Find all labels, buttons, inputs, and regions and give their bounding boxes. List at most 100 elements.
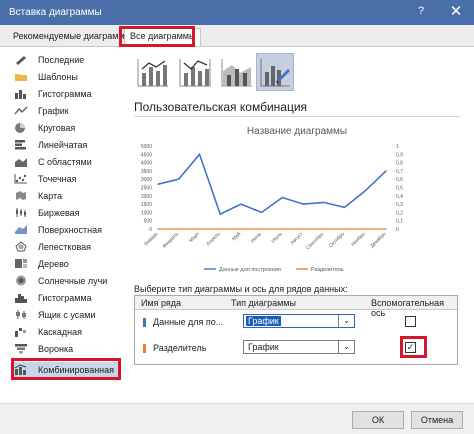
sidebar-item-surface[interactable]: Поверхностная bbox=[14, 222, 120, 237]
series-grid-header: Имя ряда Тип диаграммы Вспомогательная о… bbox=[135, 296, 457, 318]
data-point bbox=[385, 228, 387, 230]
y-tick-label: 2000 bbox=[141, 194, 152, 200]
header-chart-type: Тип диаграммы bbox=[231, 298, 296, 308]
x-tick-label: Март bbox=[188, 231, 201, 244]
sidebar-item-area[interactable]: С областями bbox=[14, 154, 120, 169]
line-chart-icon bbox=[14, 105, 28, 116]
data-point bbox=[323, 201, 325, 204]
sidebar-item-waterfall[interactable]: Каскадная bbox=[14, 324, 120, 339]
y-tick-label: 4000 bbox=[141, 161, 152, 167]
title-bar: Вставка диаграммы ? ✕ bbox=[0, 0, 474, 25]
data-point bbox=[198, 153, 201, 155]
x-tick-label: Апрель bbox=[205, 231, 222, 248]
sidebar-item-label: Ящик с усами bbox=[38, 309, 96, 320]
data-point bbox=[343, 206, 346, 209]
data-point bbox=[219, 213, 221, 215]
sidebar-item-label: Поверхностная bbox=[38, 224, 103, 235]
tab-recommended[interactable]: Рекомендуемые диаграммы bbox=[13, 31, 131, 41]
cancel-button[interactable]: Отмена bbox=[411, 411, 463, 429]
y-tick-label: 500 bbox=[144, 219, 153, 225]
legend-label-2: Разделитель bbox=[311, 267, 344, 273]
sidebar-item-bar[interactable]: Линейчатая bbox=[14, 137, 120, 152]
ok-button[interactable]: ОК bbox=[352, 411, 404, 429]
subtype-combo-column-line[interactable] bbox=[134, 53, 172, 91]
y-tick-label: 1000 bbox=[141, 210, 152, 216]
chart-type-select[interactable]: График ⌄ bbox=[243, 314, 355, 328]
sidebar-item-column[interactable]: Гистограмма bbox=[14, 86, 120, 101]
chart-type-select[interactable]: График ⌄ bbox=[243, 340, 355, 354]
sidebar-item-treemap[interactable]: Дерево bbox=[14, 256, 120, 271]
legend-label-1: Данные для построения bbox=[219, 267, 281, 273]
y-tick-label: 0 bbox=[149, 227, 152, 233]
y2-tick-label: 0,1 bbox=[396, 219, 403, 225]
sidebar-item-label: Воронка bbox=[38, 343, 74, 354]
data-point bbox=[302, 228, 304, 230]
sidebar-item-label: Последние bbox=[38, 54, 85, 65]
chart-canvas: 5000450040003500300025002000150010005000… bbox=[141, 144, 403, 273]
data-point bbox=[281, 228, 283, 230]
pie-chart-icon bbox=[14, 122, 28, 133]
sidebar-item-pie[interactable]: Круговая bbox=[14, 120, 120, 135]
x-tick-label: Июль bbox=[271, 231, 285, 245]
chevron-down-icon[interactable]: ⌄ bbox=[338, 315, 354, 327]
help-button[interactable]: ? bbox=[418, 5, 424, 17]
sidebar-item-label: Дерево bbox=[38, 258, 69, 269]
subtype-combo-column-line-secondary[interactable] bbox=[176, 53, 214, 91]
map-chart-icon bbox=[14, 190, 28, 201]
window-title: Вставка диаграммы bbox=[9, 7, 102, 18]
recent-icon bbox=[14, 54, 28, 65]
data-point bbox=[157, 228, 159, 230]
chart-type-value: График bbox=[248, 342, 279, 352]
chart-type-sidebar: Последние Шаблоны Гистограмма График Кру… bbox=[14, 52, 124, 382]
sidebar-item-label: Круговая bbox=[38, 122, 76, 133]
x-tick-label: Май bbox=[230, 230, 242, 242]
y2-tick-label: 0,5 bbox=[396, 186, 403, 192]
subtype-custom-combination[interactable] bbox=[256, 53, 294, 91]
funnel-chart-icon bbox=[14, 343, 28, 354]
sidebar-item-scatter[interactable]: Точечная bbox=[14, 171, 120, 186]
data-point bbox=[385, 170, 387, 172]
sidebar-item-line[interactable]: График bbox=[14, 103, 120, 118]
area-chart-icon bbox=[14, 156, 28, 167]
data-point bbox=[261, 228, 263, 230]
data-point bbox=[343, 228, 346, 230]
y-tick-label: 3000 bbox=[141, 177, 152, 183]
y-tick-label: 2500 bbox=[141, 186, 152, 192]
histogram-chart-icon bbox=[14, 292, 28, 303]
sidebar-item-funnel[interactable]: Воронка bbox=[14, 341, 120, 356]
folder-icon bbox=[14, 71, 28, 82]
x-tick-label: Январь bbox=[143, 231, 160, 248]
sidebar-item-label: Гистограмма bbox=[38, 292, 92, 303]
sidebar-item-stock[interactable]: Биржевая bbox=[14, 205, 120, 220]
sidebar-item-label: Линейчатая bbox=[38, 139, 88, 150]
sidebar-item-templates[interactable]: Шаблоны bbox=[14, 69, 120, 84]
sidebar-item-label: С областями bbox=[38, 156, 92, 167]
data-point bbox=[157, 183, 159, 185]
section-divider bbox=[134, 116, 460, 117]
y-tick-label: 1500 bbox=[141, 202, 152, 208]
data-point bbox=[261, 211, 263, 213]
sidebar-item-label: Шаблоны bbox=[38, 71, 78, 82]
sidebar-item-histogram[interactable]: Гистограмма bbox=[14, 290, 120, 305]
close-button[interactable]: ✕ bbox=[444, 2, 468, 22]
sidebar-item-label: Каскадная bbox=[38, 326, 82, 337]
x-tick-label: Август bbox=[290, 231, 305, 246]
treemap-chart-icon bbox=[14, 258, 28, 269]
sidebar-item-box-whisker[interactable]: Ящик с усами bbox=[14, 307, 120, 322]
sidebar-item-recent[interactable]: Последние bbox=[14, 52, 120, 67]
data-point bbox=[240, 203, 242, 205]
tab-highlight-frame bbox=[119, 26, 195, 47]
column-chart-icon bbox=[14, 88, 28, 99]
data-point bbox=[323, 228, 325, 230]
sidebar-item-label: График bbox=[38, 105, 69, 116]
sidebar-item-radar[interactable]: Лепестковая bbox=[14, 239, 120, 254]
sidebar-item-map[interactable]: Карта bbox=[14, 188, 120, 203]
chevron-down-icon[interactable]: ⌄ bbox=[338, 341, 354, 353]
y2-tick-label: 0,6 bbox=[396, 177, 403, 183]
series-line-1 bbox=[157, 152, 387, 216]
data-point bbox=[178, 178, 180, 180]
secondary-axis-checkbox[interactable] bbox=[405, 316, 416, 327]
sidebar-item-sunburst[interactable]: Солнечные лучи bbox=[14, 273, 120, 288]
y2-tick-label: 0,9 bbox=[396, 152, 403, 158]
subtype-combo-area-column[interactable] bbox=[218, 53, 256, 91]
